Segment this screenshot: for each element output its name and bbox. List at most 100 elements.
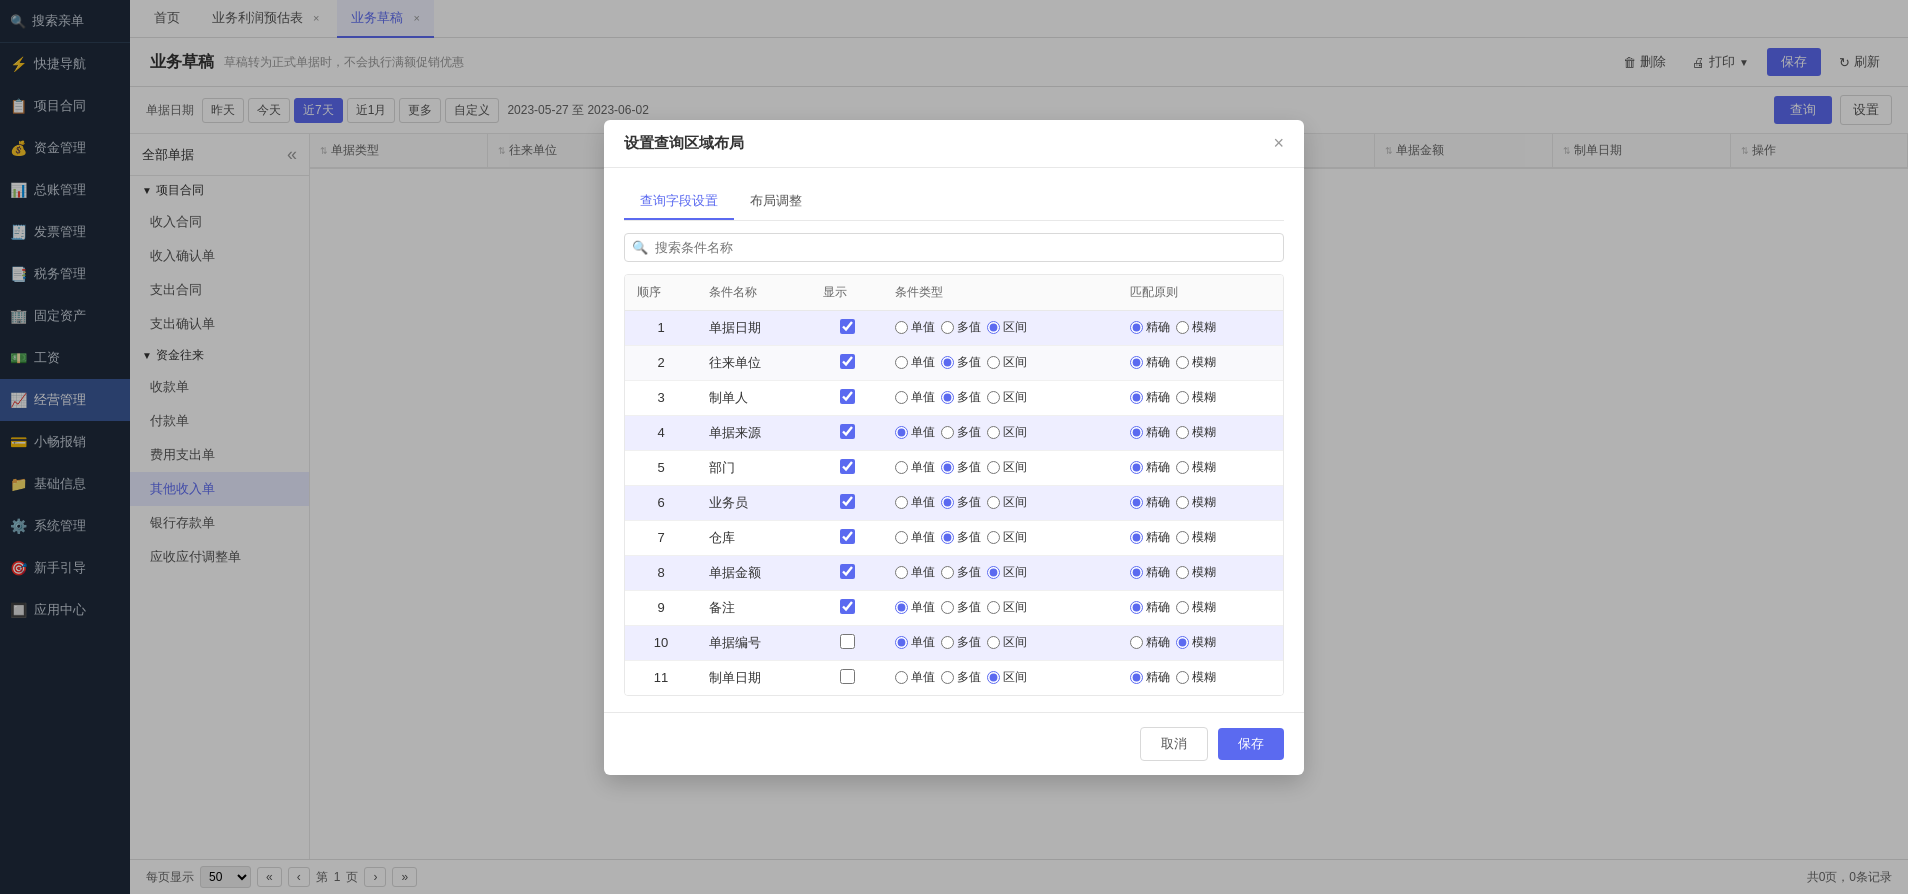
radio-cond-区间[interactable]: 区间 — [987, 529, 1027, 546]
radio-cond-单值[interactable]: 单值 — [895, 424, 935, 441]
row-match-principle: 精确模糊 — [1118, 660, 1283, 695]
dialog-overlay[interactable]: 设置查询区域布局 × 查询字段设置布局调整 🔍 顺序条件名称显示条件类型匹配原则… — [0, 0, 1908, 894]
radio-cond-区间[interactable]: 区间 — [987, 564, 1027, 581]
dialog-close-button[interactable]: × — [1273, 134, 1284, 152]
radio-match-模糊[interactable]: 模糊 — [1176, 389, 1216, 406]
radio-match-精确[interactable]: 精确 — [1130, 669, 1170, 686]
radio-cond-多值[interactable]: 多值 — [941, 319, 981, 336]
row-show-checkbox[interactable] — [840, 669, 855, 684]
radio-match-精确[interactable]: 精确 — [1130, 319, 1170, 336]
row-show-cell — [811, 485, 883, 520]
radio-match-精确[interactable]: 精确 — [1130, 389, 1170, 406]
radio-cond-区间[interactable]: 区间 — [987, 354, 1027, 371]
radio-match-模糊[interactable]: 模糊 — [1176, 599, 1216, 616]
row-match-principle: 精确模糊 — [1118, 625, 1283, 660]
radio-cond-区间[interactable]: 区间 — [987, 459, 1027, 476]
radio-cond-单值[interactable]: 单值 — [895, 354, 935, 371]
cancel-button[interactable]: 取消 — [1140, 727, 1208, 761]
row-order: 10 — [625, 625, 697, 660]
radio-match-模糊[interactable]: 模糊 — [1176, 354, 1216, 371]
radio-match-模糊[interactable]: 模糊 — [1176, 669, 1216, 686]
row-condition-type: 单值多值区间 — [883, 520, 1117, 555]
radio-cond-单值[interactable]: 单值 — [895, 389, 935, 406]
row-show-cell — [811, 625, 883, 660]
radio-cond-单值[interactable]: 单值 — [895, 529, 935, 546]
row-match-principle: 精确模糊 — [1118, 310, 1283, 345]
radio-match-精确[interactable]: 精确 — [1130, 529, 1170, 546]
row-show-cell — [811, 520, 883, 555]
row-condition-name: 部门 — [697, 450, 811, 485]
row-show-checkbox[interactable] — [840, 599, 855, 614]
radio-cond-单值[interactable]: 单值 — [895, 634, 935, 651]
row-show-checkbox[interactable] — [840, 529, 855, 544]
radio-match-模糊[interactable]: 模糊 — [1176, 319, 1216, 336]
radio-match-模糊[interactable]: 模糊 — [1176, 459, 1216, 476]
radio-cond-区间[interactable]: 区间 — [987, 319, 1027, 336]
radio-match-精确[interactable]: 精确 — [1130, 494, 1170, 511]
radio-match-模糊[interactable]: 模糊 — [1176, 529, 1216, 546]
radio-cond-区间[interactable]: 区间 — [987, 389, 1027, 406]
row-condition-type: 单值多值区间 — [883, 485, 1117, 520]
radio-cond-多值[interactable]: 多值 — [941, 529, 981, 546]
dialog-body: 查询字段设置布局调整 🔍 顺序条件名称显示条件类型匹配原则 1单据日期单值多值区… — [604, 168, 1304, 712]
radio-cond-单值[interactable]: 单值 — [895, 599, 935, 616]
radio-match-精确[interactable]: 精确 — [1130, 599, 1170, 616]
radio-match-精确[interactable]: 精确 — [1130, 564, 1170, 581]
radio-match-精确[interactable]: 精确 — [1130, 354, 1170, 371]
radio-match-精确[interactable]: 精确 — [1130, 634, 1170, 651]
radio-cond-单值[interactable]: 单值 — [895, 319, 935, 336]
radio-cond-单值[interactable]: 单值 — [895, 494, 935, 511]
radio-cond-多值[interactable]: 多值 — [941, 459, 981, 476]
radio-match-模糊[interactable]: 模糊 — [1176, 634, 1216, 651]
radio-match-精确[interactable]: 精确 — [1130, 424, 1170, 441]
dialog-save-button[interactable]: 保存 — [1218, 728, 1284, 760]
row-show-checkbox[interactable] — [840, 319, 855, 334]
radio-cond-区间[interactable]: 区间 — [987, 424, 1027, 441]
row-condition-name: 业务员 — [697, 485, 811, 520]
radio-cond-多值[interactable]: 多值 — [941, 354, 981, 371]
row-show-checkbox[interactable] — [840, 494, 855, 509]
radio-cond-多值[interactable]: 多值 — [941, 424, 981, 441]
radio-cond-多值[interactable]: 多值 — [941, 599, 981, 616]
radio-cond-多值[interactable]: 多值 — [941, 389, 981, 406]
row-condition-type: 单值多值区间 — [883, 415, 1117, 450]
radio-cond-单值[interactable]: 单值 — [895, 669, 935, 686]
radio-match-模糊[interactable]: 模糊 — [1176, 564, 1216, 581]
radio-match-模糊[interactable]: 模糊 — [1176, 494, 1216, 511]
row-condition-type: 单值多值区间 — [883, 660, 1117, 695]
radio-cond-区间[interactable]: 区间 — [987, 634, 1027, 651]
dialog-col-匹配原则: 匹配原则 — [1118, 275, 1283, 311]
row-order: 5 — [625, 450, 697, 485]
radio-cond-区间[interactable]: 区间 — [987, 494, 1027, 511]
dialog-tabs: 查询字段设置布局调整 — [624, 184, 1284, 221]
row-show-checkbox[interactable] — [840, 634, 855, 649]
dialog-title: 设置查询区域布局 — [624, 134, 744, 153]
radio-match-模糊[interactable]: 模糊 — [1176, 424, 1216, 441]
row-order: 4 — [625, 415, 697, 450]
dialog-header: 设置查询区域布局 × — [604, 120, 1304, 168]
row-show-checkbox[interactable] — [840, 459, 855, 474]
search-icon: 🔍 — [632, 240, 648, 255]
row-condition-name: 备注 — [697, 590, 811, 625]
row-show-checkbox[interactable] — [840, 564, 855, 579]
row-match-principle: 精确模糊 — [1118, 520, 1283, 555]
row-match-principle: 精确模糊 — [1118, 380, 1283, 415]
radio-cond-单值[interactable]: 单值 — [895, 564, 935, 581]
dialog-tab-field-settings[interactable]: 查询字段设置 — [624, 184, 734, 220]
dialog-tab-layout-adjust[interactable]: 布局调整 — [734, 184, 818, 220]
radio-cond-多值[interactable]: 多值 — [941, 669, 981, 686]
radio-cond-区间[interactable]: 区间 — [987, 669, 1027, 686]
radio-cond-多值[interactable]: 多值 — [941, 494, 981, 511]
dialog-search-input[interactable] — [624, 233, 1284, 262]
radio-cond-单值[interactable]: 单值 — [895, 459, 935, 476]
row-show-checkbox[interactable] — [840, 354, 855, 369]
row-show-checkbox[interactable] — [840, 389, 855, 404]
row-condition-name: 制单人 — [697, 380, 811, 415]
radio-cond-区间[interactable]: 区间 — [987, 599, 1027, 616]
radio-cond-多值[interactable]: 多值 — [941, 564, 981, 581]
row-match-principle: 精确模糊 — [1118, 345, 1283, 380]
radio-cond-多值[interactable]: 多值 — [941, 634, 981, 651]
radio-match-精确[interactable]: 精确 — [1130, 459, 1170, 476]
row-show-checkbox[interactable] — [840, 424, 855, 439]
row-show-cell — [811, 380, 883, 415]
